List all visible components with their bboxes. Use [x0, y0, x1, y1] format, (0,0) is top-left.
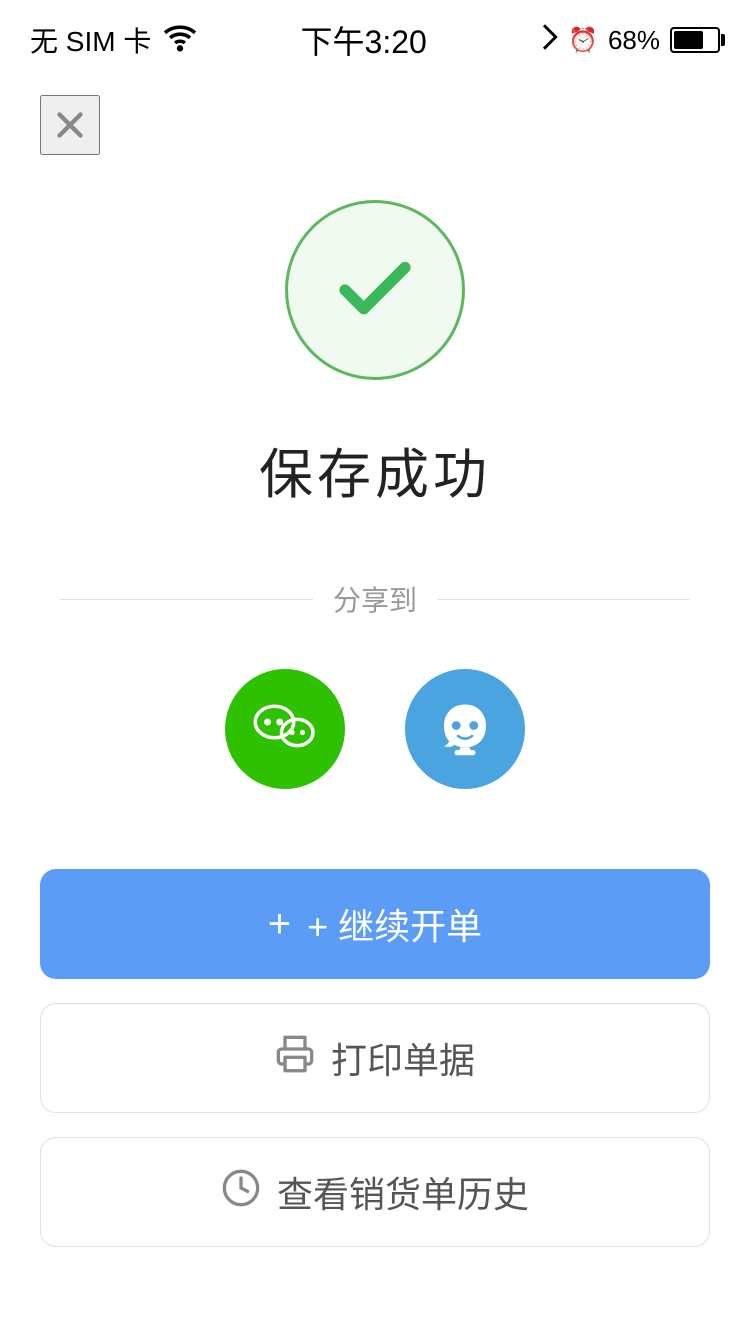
status-time: 下午3:20	[301, 17, 427, 63]
alarm-icon: ⏰	[568, 26, 598, 55]
print-button[interactable]: 打印单据	[40, 1003, 710, 1113]
history-button[interactable]: 查看销货单历史	[40, 1137, 710, 1247]
divider-right	[437, 599, 690, 600]
status-left: 无 SIM 卡	[30, 20, 197, 61]
action-buttons: + + 继续开单 打印单据 查看销货单历史	[0, 869, 750, 1247]
qq-share-button[interactable]	[405, 669, 525, 789]
divider-left	[60, 599, 313, 600]
location-icon	[530, 23, 558, 58]
main-content: 保存成功 分享到	[0, 80, 750, 1247]
plus-icon: +	[268, 902, 291, 947]
print-label: 打印单据	[331, 1032, 475, 1084]
history-icon	[221, 1168, 261, 1217]
wechat-share-button[interactable]	[225, 669, 345, 789]
success-icon-circle	[285, 200, 465, 380]
share-label: 分享到	[333, 579, 417, 619]
continue-label: + 继续开单	[307, 898, 482, 950]
battery-percent: 68%	[608, 25, 660, 56]
wifi-icon	[163, 20, 197, 61]
status-bar: 无 SIM 卡 下午3:20 ⏰ 68%	[0, 0, 750, 80]
success-title: 保存成功	[259, 430, 491, 509]
status-right: ⏰ 68%	[530, 23, 720, 58]
battery-indicator	[670, 27, 720, 53]
print-icon	[275, 1034, 315, 1083]
history-label: 查看销货单历史	[277, 1166, 529, 1218]
share-section: 分享到	[0, 579, 750, 789]
continue-button[interactable]: + + 继续开单	[40, 869, 710, 979]
close-button[interactable]	[40, 95, 100, 155]
carrier-text: 无 SIM 卡	[30, 20, 151, 60]
share-icons	[225, 669, 525, 789]
share-divider: 分享到	[0, 579, 750, 619]
